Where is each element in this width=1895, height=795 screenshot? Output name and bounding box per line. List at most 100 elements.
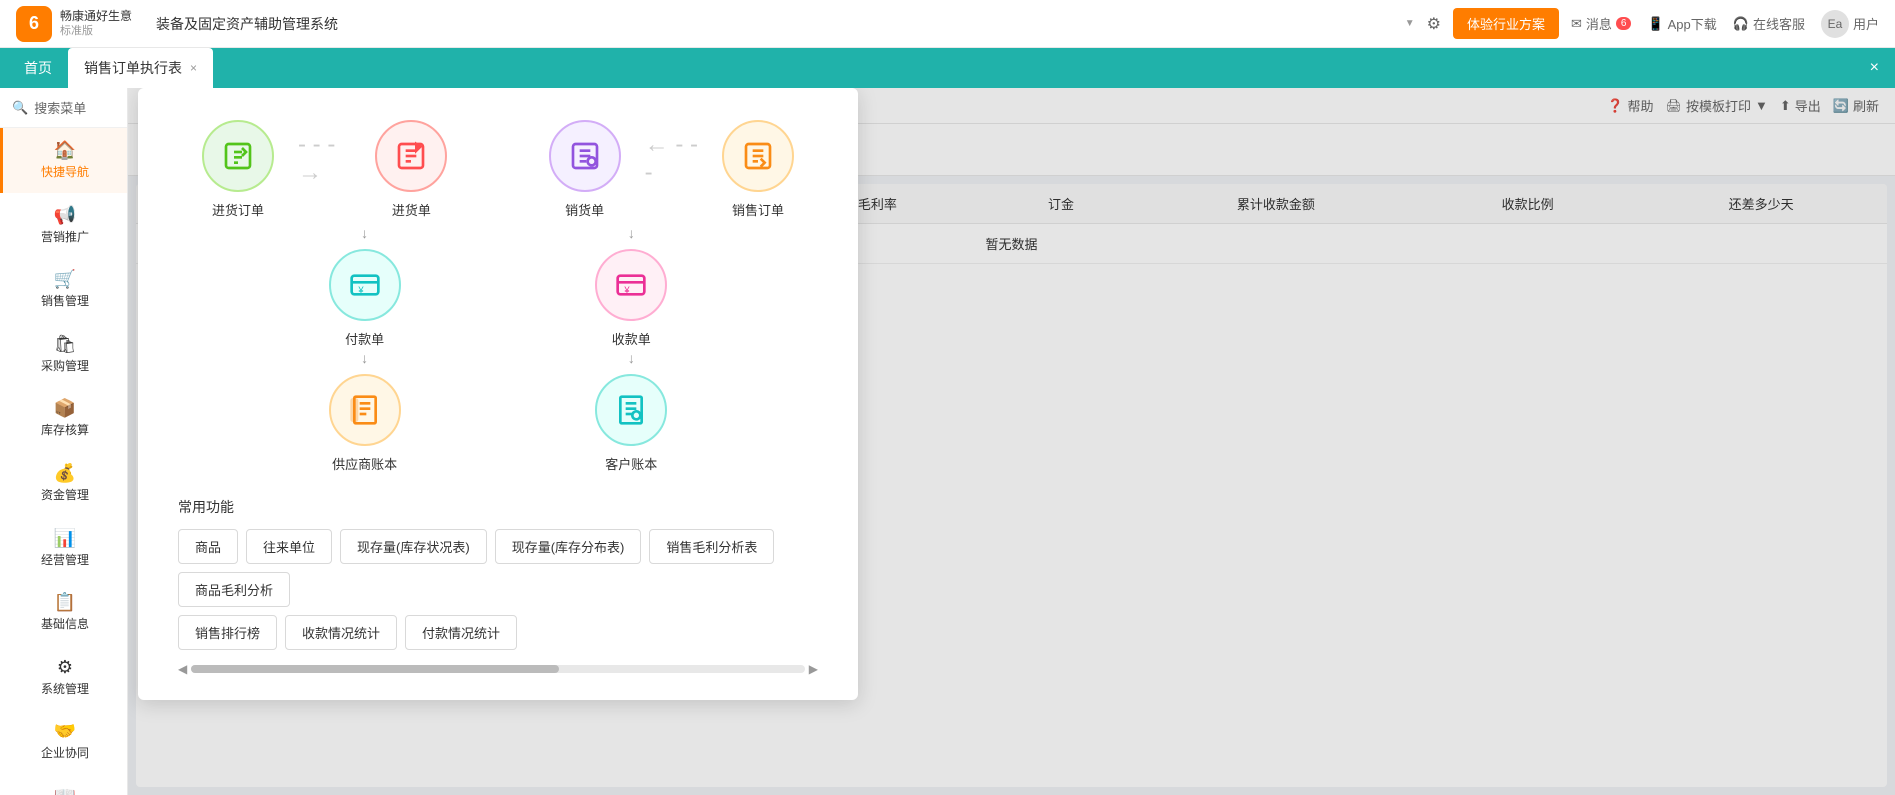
- guide-icon: 📖: [54, 786, 76, 795]
- func-btn-sales-rank[interactable]: 销售排行榜: [178, 615, 277, 650]
- logo-icon: 6: [16, 6, 52, 42]
- message-button[interactable]: ✉ 消息 6: [1571, 14, 1631, 33]
- func-buttons-row2: 销售排行榜 收款情况统计 付款情况统计: [178, 615, 818, 650]
- gear-icon[interactable]: ⚙: [1427, 14, 1441, 34]
- func-btn-partners[interactable]: 往来单位: [246, 529, 332, 564]
- tab-close-icon[interactable]: ×: [190, 61, 197, 75]
- popup-scrollbar: ◀ ▶: [178, 662, 818, 676]
- inventory-icon: 📦: [54, 398, 76, 419]
- sidebar-item-guide[interactable]: 📖 新手引导: [0, 774, 127, 795]
- arrow-pay-down: ↓: [361, 350, 368, 372]
- sales-bill-icon: [549, 120, 621, 192]
- flow-node-payment[interactable]: ¥ 付款单: [305, 249, 425, 348]
- scroll-right-arrow[interactable]: ▶: [809, 662, 818, 676]
- arrow-pb-down: ↓: [361, 225, 368, 247]
- marketing-icon: 📢: [54, 205, 76, 226]
- sidebar-item-purchase[interactable]: 🛍 采购管理: [0, 322, 127, 387]
- customer-ledger-label: 客户账本: [605, 454, 657, 473]
- sidebar-item-quick-nav[interactable]: 🏠 快捷导航: [0, 128, 127, 193]
- main-content: 🔍 搜索菜单 🏠 快捷导航 📢 营销推广 🛒 销售管理 🛍 采购管理 📦: [0, 88, 1895, 795]
- scroll-thumb: [191, 665, 559, 673]
- online-service-button[interactable]: 🎧 在线客服: [1733, 14, 1805, 33]
- payment-label: 付款单: [345, 329, 384, 348]
- scroll-left-arrow[interactable]: ◀: [178, 662, 187, 676]
- flow-node-purchase-bill[interactable]: 进货单: [351, 120, 471, 219]
- customer-ledger-icon: [595, 374, 667, 446]
- sales-order-icon: [722, 120, 794, 192]
- popup-box: 进货订单 - - - →: [138, 88, 858, 700]
- sidebar-item-system[interactable]: ⚙ 系统管理: [0, 645, 127, 710]
- tab-bar-close-all[interactable]: ×: [1862, 59, 1887, 77]
- system-icon: ⚙: [57, 657, 73, 678]
- flow-node-sales-order[interactable]: 销售订单: [698, 120, 818, 219]
- phone-icon: 📱: [1647, 16, 1663, 32]
- sidebar-search-button[interactable]: 🔍 搜索菜单: [0, 88, 127, 128]
- purchase-order-label: 进货订单: [212, 200, 264, 219]
- tab-sales-order[interactable]: 销售订单执行表 ×: [68, 48, 213, 88]
- flow-node-customer-ledger[interactable]: 客户账本: [571, 374, 691, 473]
- sales-icon: 🛒: [54, 269, 76, 290]
- sales-bill-label: 销货单: [565, 200, 604, 219]
- flow-node-supplier-ledger[interactable]: 供应商账本: [305, 374, 425, 473]
- purchase-icon: 🛍: [54, 334, 77, 355]
- top-bar: 6 畅康通好生意 标准版 装备及固定资产辅助管理系统 ▼ ⚙ 体验行业方案 ✉ …: [0, 0, 1895, 48]
- tab-home[interactable]: 首页: [8, 48, 68, 88]
- collab-icon: 🤝: [54, 721, 76, 742]
- func-btn-goods-profit[interactable]: 商品毛利分析: [178, 572, 290, 607]
- app-download-button[interactable]: 📱 App下载: [1647, 14, 1716, 33]
- flow-node-sales-bill[interactable]: 销货单: [525, 120, 645, 219]
- scroll-track[interactable]: [191, 665, 805, 673]
- operations-icon: 📊: [54, 528, 76, 549]
- sidebar-item-basic-info[interactable]: 📋 基础信息: [0, 580, 127, 645]
- message-icon: ✉: [1571, 16, 1582, 32]
- tab-bar: 首页 销售订单执行表 × ×: [0, 48, 1895, 88]
- common-functions-section: 常用功能 商品 往来单位 现存量(库存状况表) 现存量(库存分布表) 销售毛利分…: [178, 497, 818, 650]
- sidebar-item-collab[interactable]: 🤝 企业协同: [0, 709, 127, 774]
- func-btn-sales-profit[interactable]: 销售毛利分析表: [649, 529, 774, 564]
- func-btn-stock-status[interactable]: 现存量(库存状况表): [340, 529, 487, 564]
- top-bar-actions: ✉ 消息 6 📱 App下载 🎧 在线客服 Ea 用户: [1571, 10, 1879, 38]
- sidebar-item-sales[interactable]: 🛒 销售管理: [0, 257, 127, 322]
- func-btn-goods[interactable]: 商品: [178, 529, 238, 564]
- arrow-sb-down: ↓: [628, 225, 635, 247]
- user-avatar: Ea: [1821, 10, 1849, 38]
- headset-icon: 🎧: [1733, 16, 1749, 32]
- flow-node-receipt[interactable]: ¥ 收款单: [571, 249, 691, 348]
- sidebar-item-inventory[interactable]: 📦 库存核算: [0, 386, 127, 451]
- user-menu-button[interactable]: Ea 用户: [1821, 10, 1879, 38]
- svg-text:¥: ¥: [357, 285, 364, 295]
- home-icon: 🏠: [54, 140, 76, 161]
- logo-area: 6 畅康通好生意 标准版: [16, 6, 144, 42]
- sales-order-label: 销售订单: [732, 200, 784, 219]
- popup-overlay: 进货订单 - - - →: [128, 88, 1895, 795]
- arrow-po-to-pb: - - - →: [298, 131, 351, 187]
- system-dropdown-icon[interactable]: ▼: [1405, 18, 1415, 29]
- receipt-label: 收款单: [612, 329, 651, 348]
- sidebar: 🔍 搜索菜单 🏠 快捷导航 📢 营销推广 🛒 销售管理 🛍 采购管理 📦: [0, 88, 128, 795]
- receipt-icon: ¥: [595, 249, 667, 321]
- supplier-ledger-label: 供应商账本: [332, 454, 397, 473]
- logo-text: 畅康通好生意 标准版: [60, 9, 132, 39]
- finance-icon: 💰: [54, 463, 76, 484]
- arrow-so-to-sb: ← - - -: [645, 131, 698, 187]
- func-btn-stock-dist[interactable]: 现存量(库存分布表): [495, 529, 642, 564]
- purchase-bill-label: 进货单: [392, 200, 431, 219]
- func-btn-payment-stats[interactable]: 付款情况统计: [405, 615, 517, 650]
- purchase-bill-icon: [375, 120, 447, 192]
- func-buttons-container: 商品 往来单位 现存量(库存状况表) 现存量(库存分布表) 销售毛利分析表 商品…: [178, 529, 818, 607]
- purchase-order-icon: [202, 120, 274, 192]
- flow-node-purchase-order[interactable]: 进货订单: [178, 120, 298, 219]
- sidebar-item-marketing[interactable]: 📢 营销推广: [0, 193, 127, 258]
- sidebar-item-finance[interactable]: 💰 资金管理: [0, 451, 127, 516]
- common-funcs-title: 常用功能: [178, 497, 818, 517]
- supplier-ledger-icon: [329, 374, 401, 446]
- arrow-rec-down: ↓: [628, 350, 635, 372]
- sidebar-item-operations[interactable]: 📊 经营管理: [0, 516, 127, 581]
- page-area: ❓ 帮助 🖨 按模板打印 ▼ ⬆ 导出 🔄 刷新: [128, 88, 1895, 795]
- search-icon: 🔍: [12, 100, 28, 116]
- experience-button[interactable]: 体验行业方案: [1453, 8, 1559, 39]
- system-title: 装备及固定资产辅助管理系统: [156, 14, 1393, 34]
- svg-text:¥: ¥: [624, 285, 631, 295]
- func-btn-receipt-stats[interactable]: 收款情况统计: [285, 615, 397, 650]
- payment-icon: ¥: [329, 249, 401, 321]
